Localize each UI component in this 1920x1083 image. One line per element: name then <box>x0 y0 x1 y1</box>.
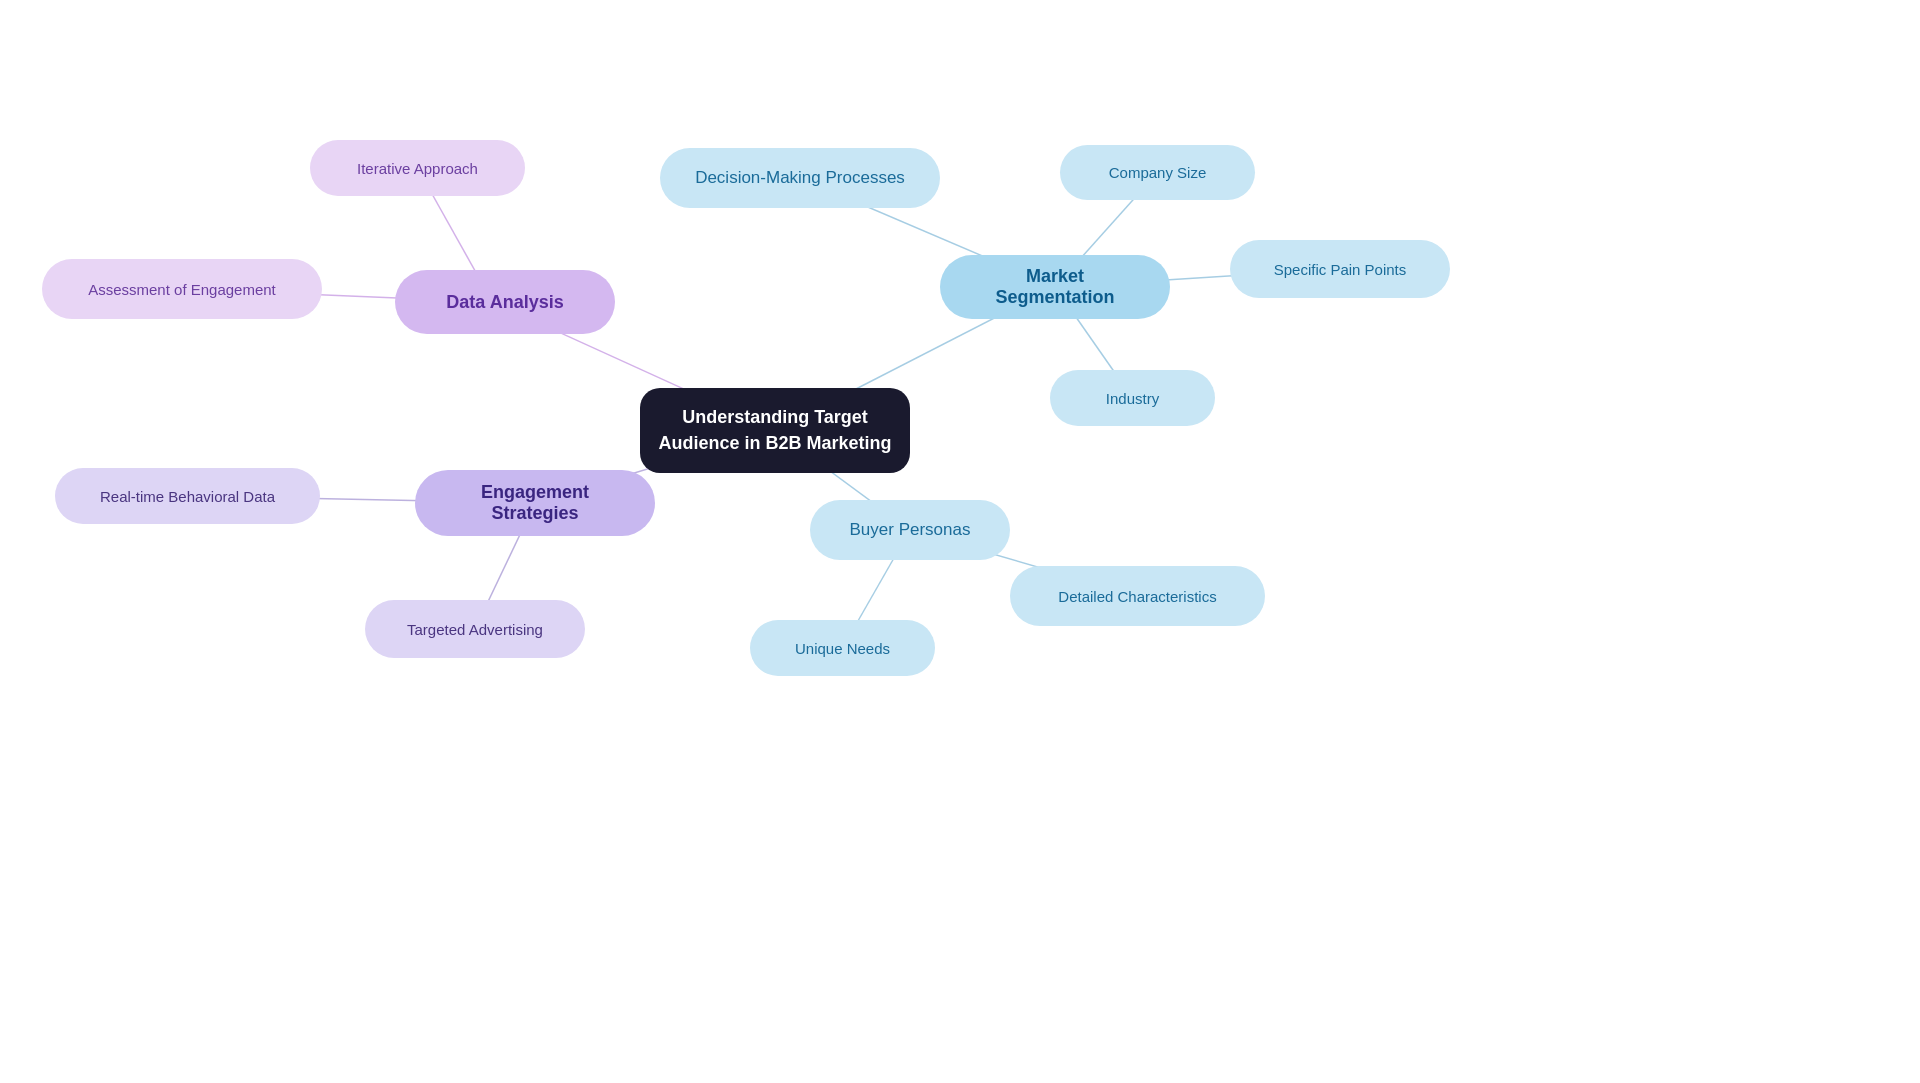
engagement-strategies-node: Engagement Strategies <box>415 470 655 536</box>
assessment-engagement-node: Assessment of Engagement <box>42 259 322 319</box>
market-segmentation-node: Market Segmentation <box>940 255 1170 319</box>
decision-making-label: Decision-Making Processes <box>695 168 905 188</box>
assessment-engagement-label: Assessment of Engagement <box>88 281 276 298</box>
center-node: Understanding Target Audience in B2B Mar… <box>640 388 910 473</box>
data-analysis-node: Data Analysis <box>395 270 615 334</box>
iterative-approach-label: Iterative Approach <box>357 160 478 177</box>
buyer-personas-label: Buyer Personas <box>850 520 971 540</box>
data-analysis-label: Data Analysis <box>446 292 563 313</box>
real-time-behavioral-node: Real-time Behavioral Data <box>55 468 320 524</box>
unique-needs-label: Unique Needs <box>795 640 890 657</box>
decision-making-node: Decision-Making Processes <box>660 148 940 208</box>
unique-needs-node: Unique Needs <box>750 620 935 676</box>
company-size-node: Company Size <box>1060 145 1255 200</box>
center-label: Understanding Target Audience in B2B Mar… <box>640 405 910 455</box>
real-time-behavioral-label: Real-time Behavioral Data <box>100 488 275 505</box>
engagement-strategies-label: Engagement Strategies <box>453 482 617 524</box>
detailed-characteristics-label: Detailed Characteristics <box>1058 588 1216 605</box>
specific-pain-points-label: Specific Pain Points <box>1274 261 1407 278</box>
market-segmentation-label: Market Segmentation <box>978 266 1132 308</box>
industry-label: Industry <box>1106 390 1159 407</box>
targeted-advertising-label: Targeted Advertising <box>407 621 543 638</box>
iterative-approach-node: Iterative Approach <box>310 140 525 196</box>
targeted-advertising-node: Targeted Advertising <box>365 600 585 658</box>
detailed-characteristics-node: Detailed Characteristics <box>1010 566 1265 626</box>
company-size-label: Company Size <box>1109 164 1207 181</box>
specific-pain-points-node: Specific Pain Points <box>1230 240 1450 298</box>
industry-node: Industry <box>1050 370 1215 426</box>
buyer-personas-node: Buyer Personas <box>810 500 1010 560</box>
